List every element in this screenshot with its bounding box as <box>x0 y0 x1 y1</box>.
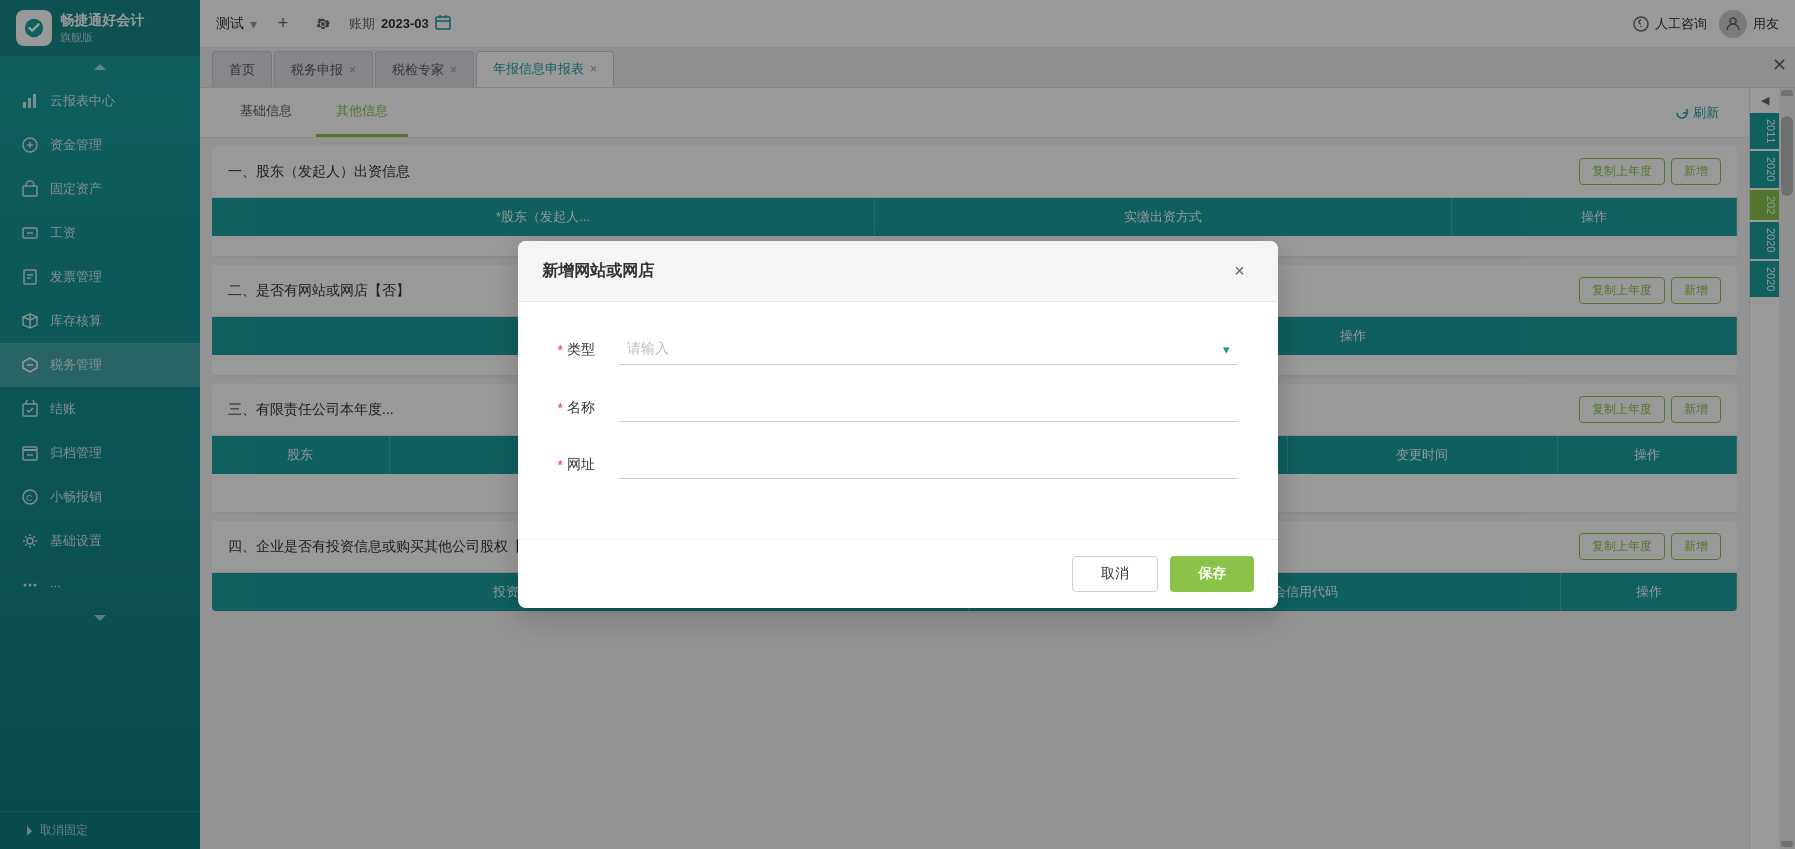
type-placeholder: 请输入 <box>627 340 669 358</box>
add-website-dialog: 新增网站或网店 × * 类型 请输入 ▾ * 名称 * 网址 <box>518 241 1278 608</box>
form-row-type: * 类型 请输入 ▾ <box>558 334 1238 365</box>
name-input[interactable] <box>619 393 1238 422</box>
dialog-header: 新增网站或网店 × <box>518 241 1278 302</box>
form-row-name: * 名称 <box>558 393 1238 422</box>
save-button[interactable]: 保存 <box>1170 556 1254 592</box>
type-select[interactable]: 请输入 ▾ <box>619 334 1238 365</box>
type-dropdown-icon: ▾ <box>1223 342 1230 357</box>
dialog-overlay[interactable]: 新增网站或网店 × * 类型 请输入 ▾ * 名称 * 网址 <box>0 0 1795 849</box>
name-required-star: * <box>558 400 563 416</box>
type-label: 类型 <box>567 341 607 359</box>
url-input[interactable] <box>619 450 1238 479</box>
dialog-footer: 取消 保存 <box>518 539 1278 608</box>
name-label: 名称 <box>567 399 607 417</box>
url-required-star: * <box>558 457 563 473</box>
type-required-star: * <box>558 342 563 358</box>
dialog-close-button[interactable]: × <box>1226 257 1254 285</box>
cancel-button[interactable]: 取消 <box>1072 556 1158 592</box>
dialog-title: 新增网站或网店 <box>542 261 654 282</box>
dialog-body: * 类型 请输入 ▾ * 名称 * 网址 <box>518 302 1278 539</box>
form-row-url: * 网址 <box>558 450 1238 479</box>
url-label: 网址 <box>567 456 607 474</box>
